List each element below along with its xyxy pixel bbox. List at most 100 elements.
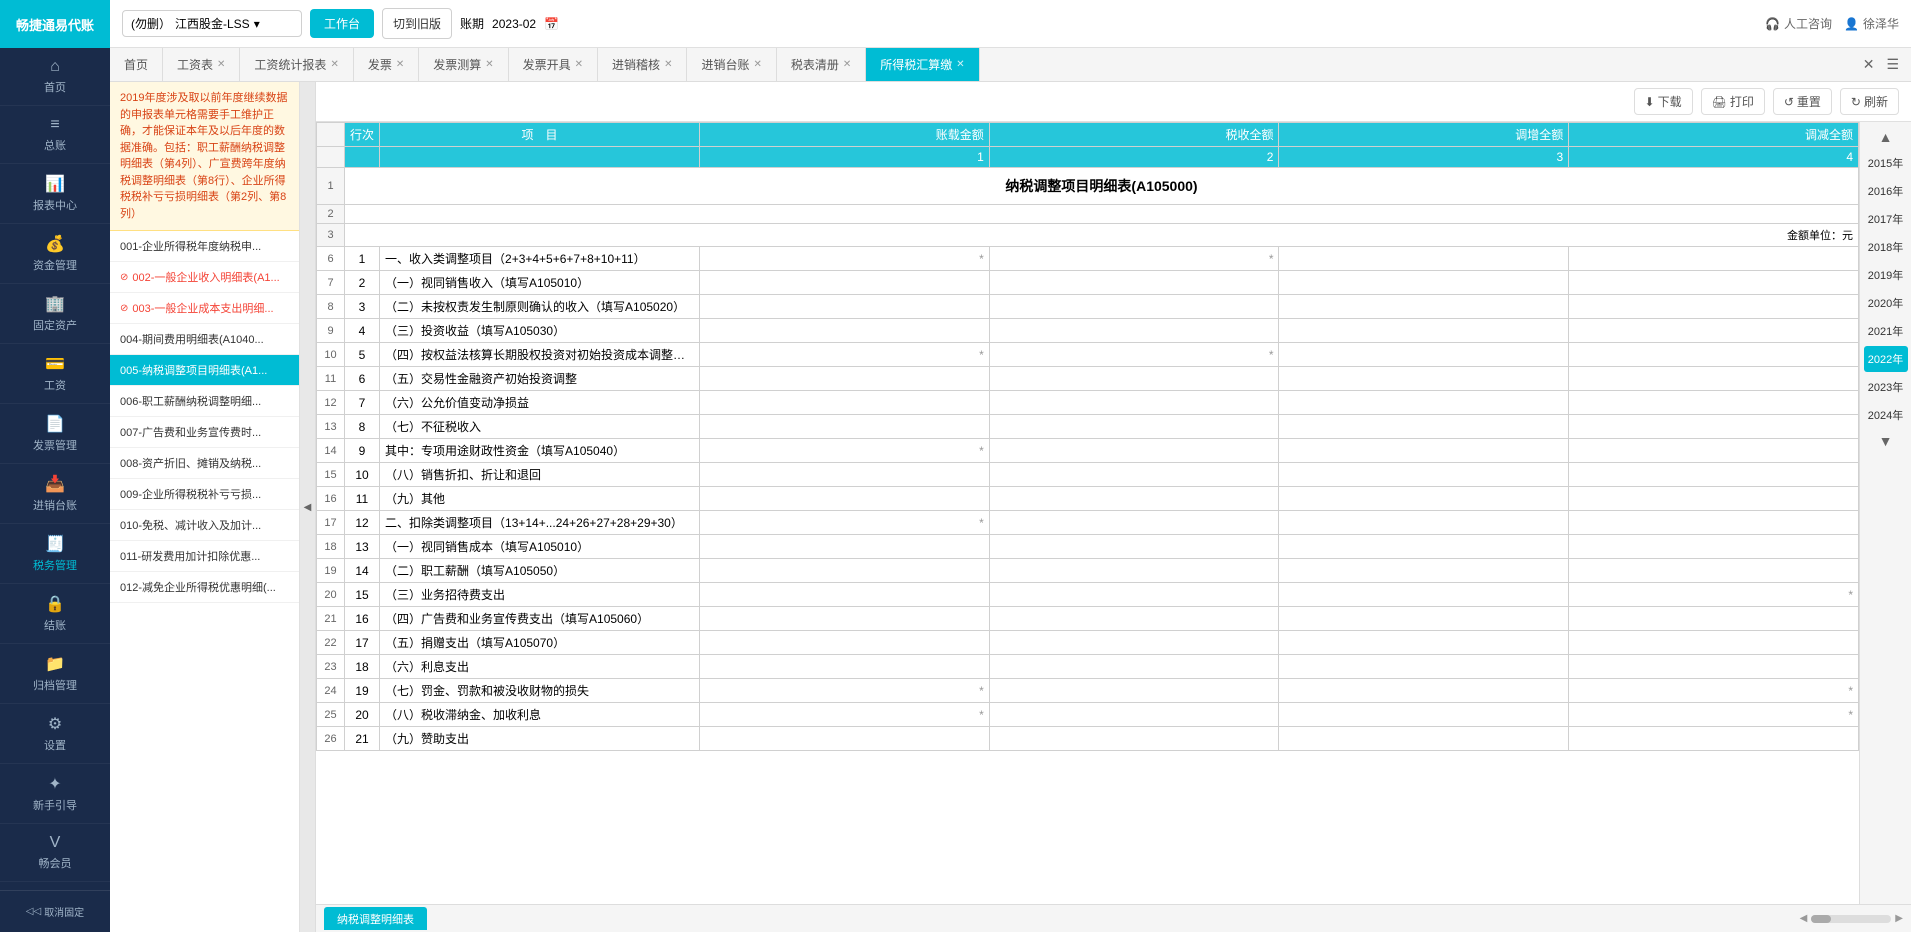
row-col4-12[interactable] [1569, 415, 1859, 439]
row-col4-14[interactable] [1569, 463, 1859, 487]
row-col2-14[interactable] [989, 463, 1279, 487]
row-col2-13[interactable] [989, 439, 1279, 463]
tab-invoice-calc[interactable]: 发票测算✕ [419, 48, 508, 81]
sidebar-item-invoice-mgmt[interactable]: 📄发票管理 [0, 404, 110, 464]
row-col3-23[interactable] [1279, 679, 1569, 703]
file-item-f009[interactable]: 009-企业所得税税补亏亏损... [110, 479, 299, 510]
year-btn-2020[interactable]: 2020年 [1864, 290, 1908, 316]
row-col2-16[interactable] [989, 511, 1279, 535]
row-col2-5[interactable]: * [989, 247, 1279, 271]
row-col3-13[interactable] [1279, 439, 1569, 463]
tab-invoice-open[interactable]: 发票开具✕ [509, 48, 598, 81]
workbench-button[interactable]: 工作台 [310, 9, 374, 38]
row-col1-16[interactable]: * [700, 511, 990, 535]
row-col1-24[interactable]: * [700, 703, 990, 727]
row-col1-9[interactable]: * [700, 343, 990, 367]
file-item-f007[interactable]: 007-广告费和业务宣传费时... [110, 417, 299, 448]
row-col3-24[interactable] [1279, 703, 1569, 727]
row-col3-18[interactable] [1279, 559, 1569, 583]
row-col1-22[interactable] [700, 655, 990, 679]
year-btn-2024[interactable]: 2024年 [1864, 402, 1908, 428]
file-item-f003[interactable]: ⊘003-一般企业成本支出明细... [110, 293, 299, 324]
scroll-left-icon[interactable]: ◀ [1800, 913, 1808, 924]
row-col2-24[interactable] [989, 703, 1279, 727]
sidebar-item-fixed[interactable]: 🏢固定资产 [0, 284, 110, 344]
download-button[interactable]: ⬇ 下载 [1634, 88, 1693, 115]
row-col4-18[interactable] [1569, 559, 1859, 583]
row-col2-15[interactable] [989, 487, 1279, 511]
user-menu[interactable]: 👤 徐泽华 [1844, 15, 1899, 32]
calendar-icon[interactable]: 📅 [544, 17, 559, 31]
row-col2-18[interactable] [989, 559, 1279, 583]
row-col3-11[interactable] [1279, 391, 1569, 415]
sidebar-item-close[interactable]: 🔒结账 [0, 584, 110, 644]
sidebar-item-guide[interactable]: ✦新手引导 [0, 764, 110, 824]
company-selector[interactable]: (勿删） 江西股金-LSS ▾ [122, 10, 302, 37]
refresh-button[interactable]: ↻ 刷新 [1840, 88, 1899, 115]
sidebar-item-ledger[interactable]: ≡总账 [0, 106, 110, 164]
unfix-button[interactable]: ◁◁ 取消固定 [8, 899, 102, 924]
row-col2-11[interactable] [989, 391, 1279, 415]
row-col1-7[interactable] [700, 295, 990, 319]
reset-button[interactable]: ↺ 重置 [1773, 88, 1832, 115]
tab-close-income-tax[interactable]: ✕ [956, 59, 964, 70]
row-col2-10[interactable] [989, 367, 1279, 391]
row-col1-15[interactable] [700, 487, 990, 511]
bottom-tab-tax-adjust[interactable]: 纳税调整明细表 [324, 907, 427, 930]
row-col3-21[interactable] [1279, 631, 1569, 655]
row-col3-9[interactable] [1279, 343, 1569, 367]
row-col2-6[interactable] [989, 271, 1279, 295]
row-col1-19[interactable] [700, 583, 990, 607]
sidebar-item-tax[interactable]: 🧾税务管理 [0, 524, 110, 584]
row-col3-12[interactable] [1279, 415, 1569, 439]
tab-import-ledger[interactable]: 进销台账✕ [687, 48, 776, 81]
row-col4-11[interactable] [1569, 391, 1859, 415]
row-col3-5[interactable] [1279, 247, 1569, 271]
row-col3-25[interactable] [1279, 727, 1569, 751]
tab-import-check[interactable]: 进销稽核✕ [598, 48, 687, 81]
year-btn-2023[interactable]: 2023年 [1864, 374, 1908, 400]
row-col2-22[interactable] [989, 655, 1279, 679]
row-col1-14[interactable] [700, 463, 990, 487]
row-col3-8[interactable] [1279, 319, 1569, 343]
row-col2-20[interactable] [989, 607, 1279, 631]
year-btn-2019[interactable]: 2019年 [1864, 262, 1908, 288]
row-col4-22[interactable] [1569, 655, 1859, 679]
sidebar-item-settings[interactable]: ⚙设置 [0, 704, 110, 764]
row-col1-12[interactable] [700, 415, 990, 439]
sidebar-item-assets[interactable]: 💰资金管理 [0, 224, 110, 284]
tab-close-salary[interactable]: ✕ [217, 59, 225, 70]
year-btn-2022[interactable]: 2022年 [1864, 346, 1908, 372]
row-col4-9[interactable] [1569, 343, 1859, 367]
row-col2-25[interactable] [989, 727, 1279, 751]
switch-version-button[interactable]: 切到旧版 [382, 8, 452, 39]
row-col4-16[interactable] [1569, 511, 1859, 535]
tab-tax-clear[interactable]: 税表清册✕ [777, 48, 866, 81]
row-col4-24[interactable]: * [1569, 703, 1859, 727]
row-col2-19[interactable] [989, 583, 1279, 607]
row-col2-9[interactable]: * [989, 343, 1279, 367]
sidebar-item-member[interactable]: V畅会员 [0, 824, 110, 882]
sidebar-item-reports[interactable]: 📊报表中心 [0, 164, 110, 224]
row-col4-13[interactable] [1569, 439, 1859, 463]
row-col3-22[interactable] [1279, 655, 1569, 679]
file-item-f001[interactable]: 001-企业所得税年度纳税申... [110, 231, 299, 262]
year-btn-2017[interactable]: 2017年 [1864, 206, 1908, 232]
row-col1-11[interactable] [700, 391, 990, 415]
file-item-f006[interactable]: 006-职工薪酬纳税调整明细... [110, 386, 299, 417]
consultant-link[interactable]: 🎧 人工咨询 [1765, 15, 1832, 32]
row-col4-5[interactable] [1569, 247, 1859, 271]
year-btn-2018[interactable]: 2018年 [1864, 234, 1908, 260]
row-col2-23[interactable] [989, 679, 1279, 703]
row-col4-19[interactable]: * [1569, 583, 1859, 607]
row-col4-7[interactable] [1569, 295, 1859, 319]
row-col4-23[interactable]: * [1569, 679, 1859, 703]
row-col1-20[interactable] [700, 607, 990, 631]
row-col3-19[interactable] [1279, 583, 1569, 607]
row-col4-10[interactable] [1569, 367, 1859, 391]
file-item-f004[interactable]: 004-期间费用明细表(A1040... [110, 324, 299, 355]
year-down-button[interactable]: ▼ [1864, 430, 1908, 452]
tabs-menu-button[interactable]: ☰ [1882, 54, 1903, 75]
tab-close-import-ledger[interactable]: ✕ [753, 59, 761, 70]
tab-close-tax-clear[interactable]: ✕ [843, 59, 851, 70]
